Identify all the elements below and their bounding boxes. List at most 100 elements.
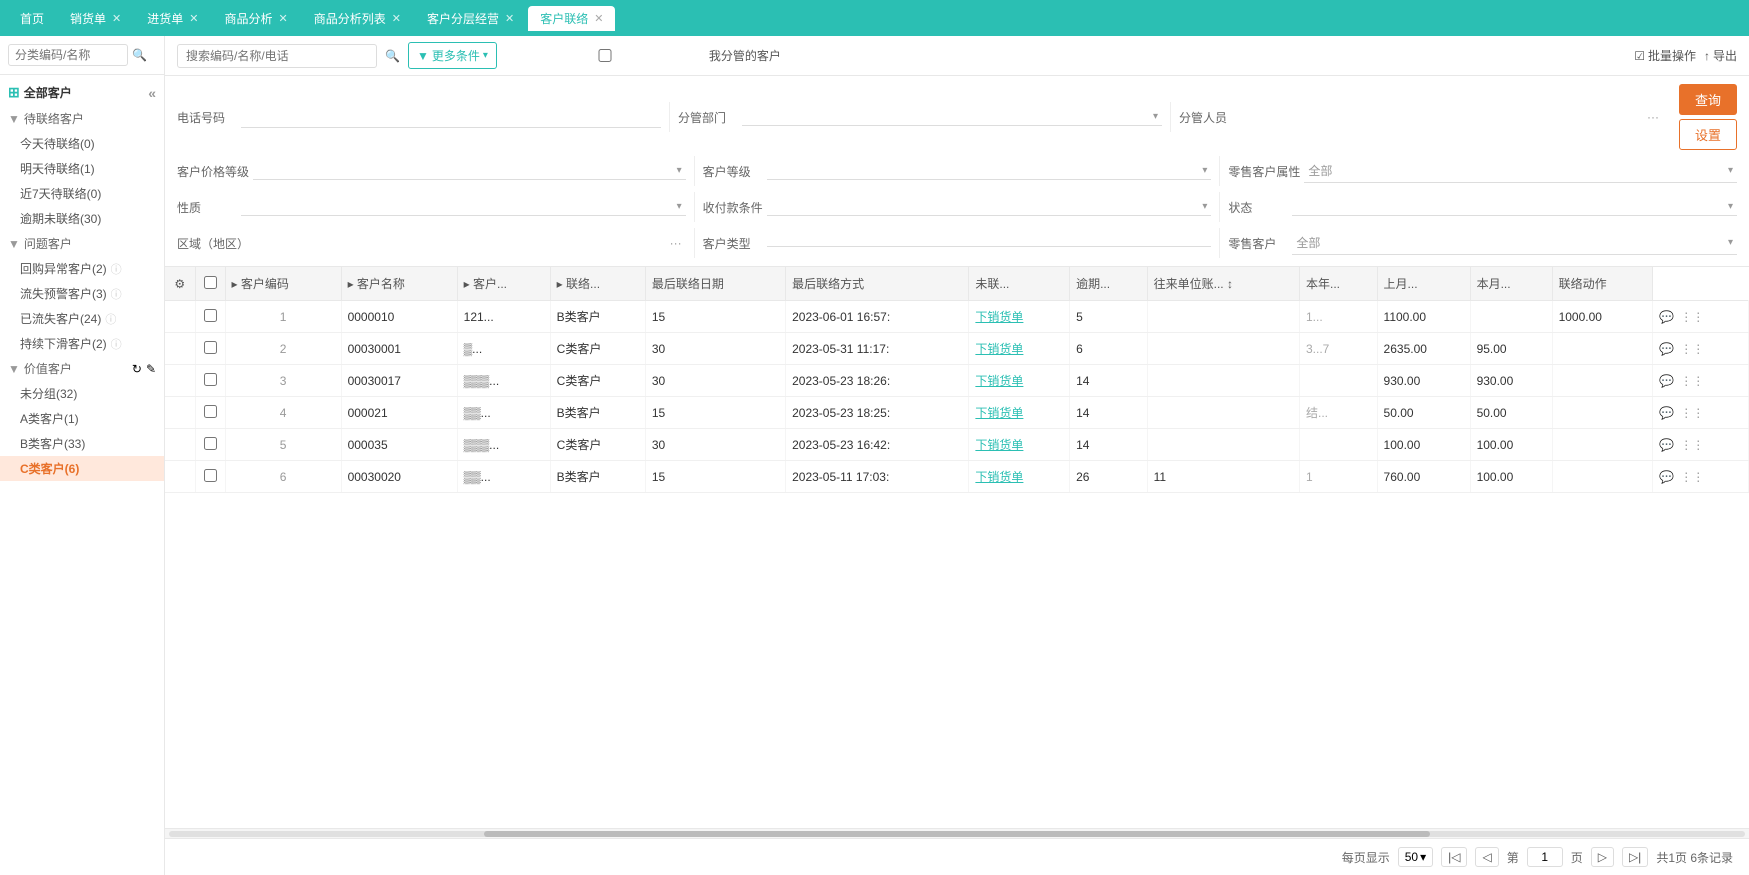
sidebar-item-b-class[interactable]: B类客户(33) [0,431,164,456]
sidebar-section-problem[interactable]: ▼ 问题客户 [0,231,164,256]
row-checkbox-cell[interactable] [195,397,225,429]
last-method-link[interactable]: 下销货单 [975,310,1023,324]
sidebar-item-lost[interactable]: 已流失客户(24) ⓘ [0,306,164,331]
horizontal-scrollbar[interactable] [165,828,1749,838]
row-checkbox[interactable] [204,309,217,322]
sidebar-item-ungroup[interactable]: 未分组(32) [0,381,164,406]
row-actions[interactable]: 💬 ⋮⋮ [1653,429,1749,461]
customer-value-select[interactable]: ▾ [253,162,686,180]
payment-select[interactable]: ▾ [767,198,1212,216]
row-checkbox-cell[interactable] [195,429,225,461]
nav-home[interactable]: 首页 [8,6,56,31]
dept-select[interactable]: ▾ [742,108,1162,126]
export-btn[interactable]: ↑ 导出 [1704,47,1737,64]
last-page-btn[interactable]: ▷| [1622,847,1648,867]
nav-purchase[interactable]: 进货单 ✕ [135,6,210,31]
last-method-link[interactable]: 下销货单 [975,374,1023,388]
retail-attr-select[interactable]: 全部 ▾ [1304,159,1737,183]
row-last-method[interactable]: 下销货单 [969,301,1070,333]
status-select[interactable]: ▾ [1292,198,1737,216]
sidebar-section-pending[interactable]: ▼ 待联络客户 [0,106,164,131]
region-dots-icon[interactable]: ··· [670,236,682,250]
row-last-method[interactable]: 下销货单 [969,461,1070,493]
customer-level-select[interactable]: ▾ [767,162,1212,180]
page-size-select[interactable]: 50 ▾ [1398,847,1433,867]
region-select[interactable]: ··· [253,233,686,253]
action-more-icon[interactable]: ⋮⋮ [1680,374,1704,388]
row-actions[interactable]: 💬 ⋮⋮ [1653,301,1749,333]
my-customers-checkbox-label[interactable]: 我分管的客户 [505,47,781,64]
row-checkbox[interactable] [204,373,217,386]
row-checkbox[interactable] [204,437,217,450]
row-last-method[interactable]: 下销货单 [969,365,1070,397]
batch-operation-btn[interactable]: ☑ 批量操作 [1634,47,1696,64]
action-more-icon[interactable]: ⋮⋮ [1680,406,1704,420]
collapse-btn[interactable]: « [148,85,156,101]
action-chat-icon[interactable]: 💬 [1659,310,1674,324]
row-actions[interactable]: 💬 ⋮⋮ [1653,397,1749,429]
sidebar-item-overdue[interactable]: 逾期未联络(30) [0,206,164,231]
row-actions[interactable]: 💬 ⋮⋮ [1653,365,1749,397]
last-method-link[interactable]: 下销货单 [975,342,1023,356]
row-actions[interactable]: 💬 ⋮⋮ [1653,461,1749,493]
row-checkbox[interactable] [204,469,217,482]
close-sales-icon[interactable]: ✕ [112,12,121,25]
action-more-icon[interactable]: ⋮⋮ [1680,438,1704,452]
action-more-icon[interactable]: ⋮⋮ [1680,470,1704,484]
nav-product-list[interactable]: 商品分析列表 ✕ [302,6,413,31]
sidebar-search-input[interactable] [8,44,128,66]
scrollbar-thumb[interactable] [484,831,1430,837]
manager-select[interactable]: ··· [1243,107,1663,127]
sidebar-section-value[interactable]: ▼ 价值客户 [8,360,72,377]
first-page-btn[interactable]: |◁ [1441,847,1467,867]
row-last-method[interactable]: 下销货单 [969,397,1070,429]
more-conditions-btn[interactable]: ▼ 更多条件 ▾ [408,42,497,69]
last-method-link[interactable]: 下销货单 [975,438,1023,452]
action-chat-icon[interactable]: 💬 [1659,374,1674,388]
row-checkbox[interactable] [204,341,217,354]
nav-product-analysis[interactable]: 商品分析 ✕ [212,6,299,31]
action-chat-icon[interactable]: 💬 [1659,470,1674,484]
search-input[interactable] [177,44,377,68]
sidebar-item-tomorrow[interactable]: 明天待联络(1) [0,156,164,181]
row-last-method[interactable]: 下销货单 [969,333,1070,365]
row-checkbox-cell[interactable] [195,365,225,397]
page-number-input[interactable] [1527,847,1563,867]
th-gear[interactable]: ⚙ [165,267,195,301]
next-page-btn[interactable]: ▷ [1591,847,1614,867]
action-more-icon[interactable]: ⋮⋮ [1680,342,1704,356]
action-chat-icon[interactable]: 💬 [1659,406,1674,420]
nav-customer-tier[interactable]: 客户分层经营 ✕ [415,6,526,31]
customer-type-select[interactable] [767,240,1212,247]
phone-input[interactable] [241,107,661,128]
sidebar-search-icon[interactable]: 🔍 [132,48,147,62]
filter-search-icon[interactable]: 🔍 [385,49,400,63]
th-check[interactable] [195,267,225,301]
action-chat-icon[interactable]: 💬 [1659,438,1674,452]
manager-dots-icon[interactable]: ··· [1647,110,1659,124]
my-customers-checkbox[interactable] [505,49,705,62]
sidebar-item-today[interactable]: 今天待联络(0) [0,131,164,156]
nature-select[interactable]: ▾ [241,198,686,216]
edit-icon[interactable]: ✎ [146,362,156,376]
row-checkbox-cell[interactable] [195,333,225,365]
row-checkbox-cell[interactable] [195,461,225,493]
last-method-link[interactable]: 下销货单 [975,406,1023,420]
sidebar-item-7days[interactable]: 近7天待联络(0) [0,181,164,206]
sidebar-item-abnormal[interactable]: 回购异常客户(2) ⓘ [0,256,164,281]
close-product-analysis-icon[interactable]: ✕ [279,12,288,25]
nav-customer-contact[interactable]: 客户联络 ✕ [528,6,615,31]
sidebar-all-customers[interactable]: ⊞ 全部客户 « [0,79,164,106]
action-chat-icon[interactable]: 💬 [1659,342,1674,356]
close-customer-contact-icon[interactable]: ✕ [594,12,603,25]
close-customer-tier-icon[interactable]: ✕ [505,12,514,25]
sidebar-item-c-class[interactable]: C类客户(6) [0,456,164,481]
nav-sales[interactable]: 销货单 ✕ [58,6,133,31]
sidebar-item-a-class[interactable]: A类客户(1) [0,406,164,431]
close-product-list-icon[interactable]: ✕ [392,12,401,25]
close-purchase-icon[interactable]: ✕ [189,12,198,25]
row-last-method[interactable]: 下销货单 [969,429,1070,461]
setting-button[interactable]: 设置 [1679,119,1737,150]
select-all-checkbox[interactable] [204,276,217,289]
refresh-icon[interactable]: ↻ [132,362,142,376]
